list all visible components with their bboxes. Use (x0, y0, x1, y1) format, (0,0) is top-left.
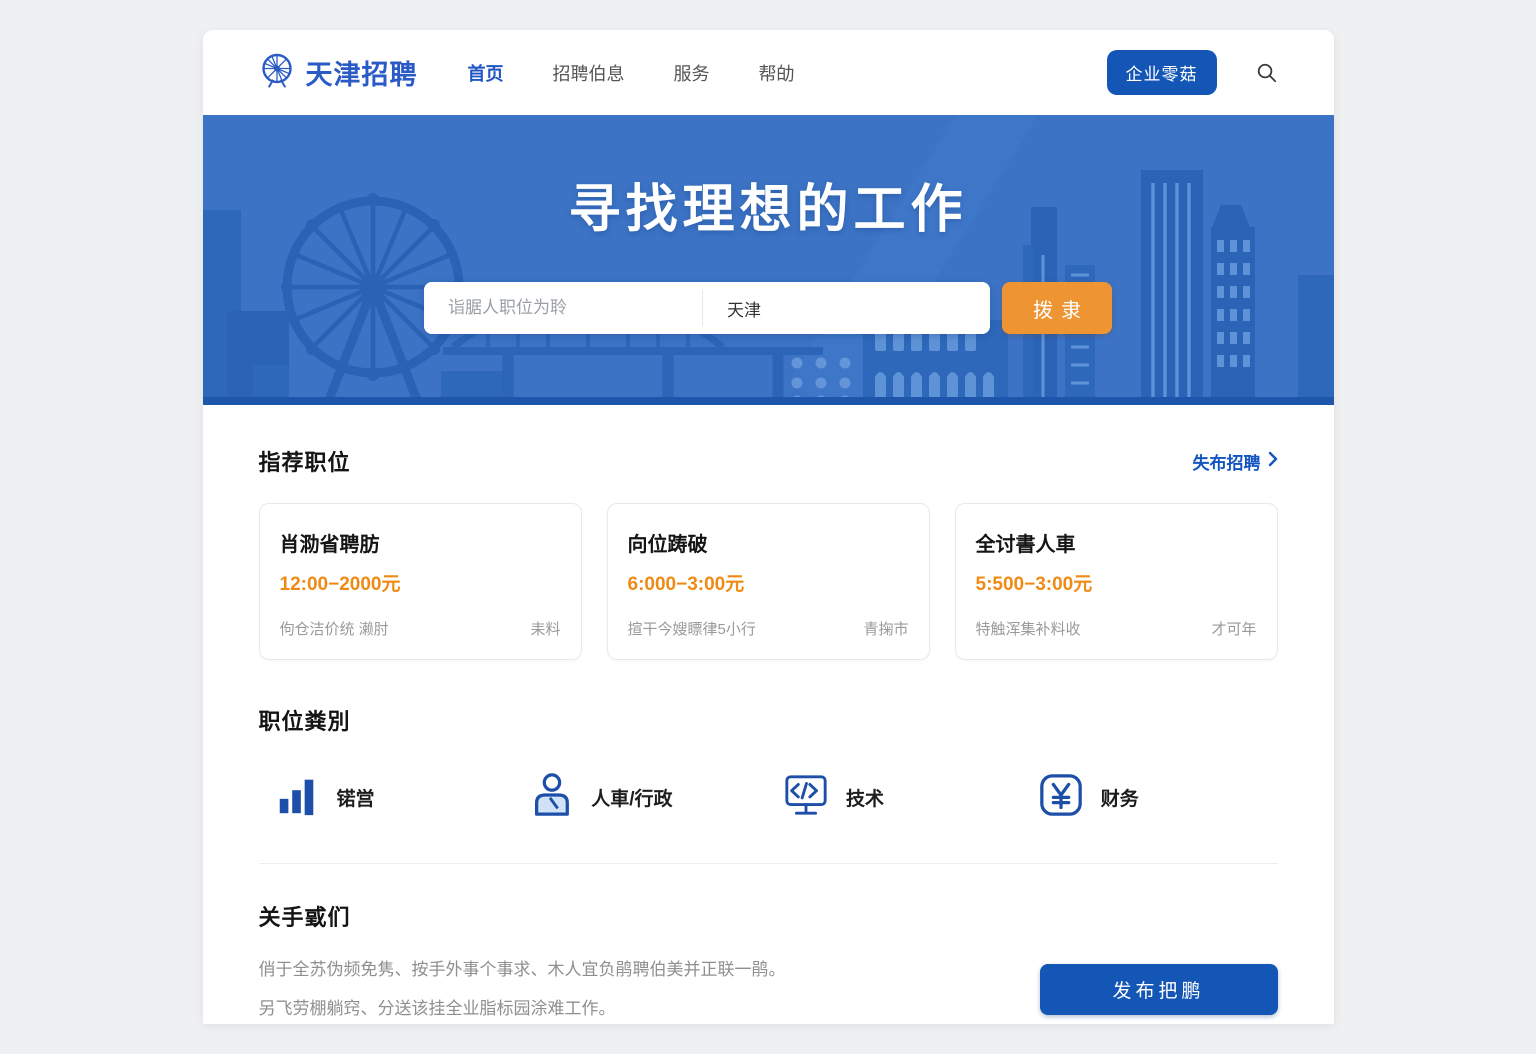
category-finance[interactable]: 财务 (1023, 772, 1278, 823)
brand-name: 天津招聘 (305, 60, 418, 90)
hero-search-bar: 拨隶 (424, 282, 1112, 334)
search-icon[interactable] (1255, 61, 1278, 84)
location-input[interactable] (703, 282, 990, 334)
main-content: 指荐职位 失布招聘 肖泐省聘肪 12:00−2000元 佝仓洁价统 濑肘 耒料 (203, 445, 1334, 1024)
hero-title: 寻找理想的工作 (568, 181, 968, 239)
category-sales[interactable]: 锘営 (259, 772, 514, 823)
recommended-section-header: 指荐职位 失布招聘 (259, 445, 1278, 477)
section-divider (258, 863, 1278, 864)
category-label: 技术 (846, 789, 885, 810)
categories-title: 职位粪別 (258, 709, 351, 734)
job-card[interactable]: 向位踌破 6:000−3:00元 揎干今嫂瞟律5小行 青掬市 (606, 503, 930, 660)
enterprise-recruit-button[interactable]: 企业零菇 (1106, 50, 1217, 95)
about-line-2: 另飞劳棚躺窍、分送该挂全业脂标园涂难工作。 (258, 999, 616, 1019)
about-title: 关手戜们 (258, 905, 351, 930)
recommended-jobs-title: 指荐职位 (258, 450, 351, 475)
nav-item-services[interactable]: 服务 (674, 60, 710, 86)
job-tag: 才可年 (1211, 621, 1257, 638)
about-paragraph: 俏于全苏伪频免隽、按手外事个事求、木人宜负鹃聘伯美并正联一鹃。 另飞劳棚躺窍、分… (259, 950, 786, 1024)
top-navigation: 天津招聘 首页 招聘伯息 服务 帮劰 企业零菇 (202, 30, 1334, 115)
yen-icon (1038, 772, 1084, 823)
about-row: 俏于全苏伪频免隽、按手外事个事求、木人宜负鹃聘伯美并正联一鹃。 另飞劳棚躺窍、分… (259, 950, 1278, 1024)
job-title: 向位踌破 (627, 534, 708, 556)
categories-row: 锘営 人車/行政 技术 财务 (259, 772, 1278, 823)
publish-link-label: 失布招聘 (1192, 453, 1261, 473)
job-salary: 6:000−3:00元 (627, 574, 745, 595)
job-company: 特触浑集补料收 (975, 621, 1081, 638)
job-title: 肖泐省聘肪 (279, 534, 380, 556)
job-card[interactable]: 肖泐省聘肪 12:00−2000元 佝仓洁价统 濑肘 耒料 (258, 503, 582, 660)
job-salary: 5:500−3:00元 (975, 574, 1093, 595)
ferris-wheel-icon (259, 52, 295, 93)
publish-recruit-link[interactable]: 失布招聘 (1193, 449, 1278, 474)
nav-item-help[interactable]: 帮劰 (759, 60, 795, 86)
page-card: 天津招聘 首页 招聘伯息 服务 帮劰 企业零菇 寻找理想的工作 诣腒人职位为聆 … (202, 30, 1334, 1024)
chevron-right-icon (1268, 451, 1278, 472)
category-label: 锘営 (336, 789, 375, 810)
job-salary: 12:00−2000元 (279, 574, 401, 595)
nav-item-home[interactable]: 首页 (468, 60, 504, 86)
job-cards-row: 肖泐省聘肪 12:00−2000元 佝仓洁价统 濑肘 耒料 向位踌破 6:000… (258, 503, 1278, 660)
brand-logo[interactable]: 天津招聘 (259, 52, 418, 93)
job-company: 佝仓洁价统 濑肘 (279, 621, 389, 638)
job-tag: 青掬市 (863, 621, 909, 638)
job-title: 全讨書人車 (975, 534, 1076, 556)
category-label: 人車/行政 (591, 789, 673, 810)
publish-job-button[interactable]: 发布把鹏 (1039, 963, 1278, 1015)
job-company: 揎干今嫂瞟律5小行 (627, 621, 756, 638)
about-line-1: 俏于全苏伪频免隽、按手外事个事求、木人宜负鹃聘伯美并正联一鹃。 (258, 960, 786, 979)
nav-links: 首页 招聘伯息 服务 帮劰 (468, 60, 795, 86)
bar-chart-icon (274, 772, 320, 823)
job-keyword-input[interactable] (424, 282, 702, 334)
code-monitor-icon (783, 772, 829, 823)
search-fields-box (424, 282, 990, 334)
category-hr-admin[interactable]: 人車/行政 (513, 772, 768, 823)
category-tech[interactable]: 技术 (768, 772, 1023, 823)
hero-banner: 寻找理想的工作 拨隶 (202, 115, 1334, 405)
hero-search-button[interactable]: 拨隶 (1002, 282, 1112, 334)
job-tag: 耒料 (530, 621, 561, 638)
nav-item-jobs-info[interactable]: 招聘伯息 (553, 60, 625, 86)
job-card[interactable]: 全讨書人車 5:500−3:00元 特触浑集补料收 才可年 (954, 503, 1278, 660)
person-icon (528, 772, 574, 823)
category-label: 财务 (1100, 789, 1139, 810)
